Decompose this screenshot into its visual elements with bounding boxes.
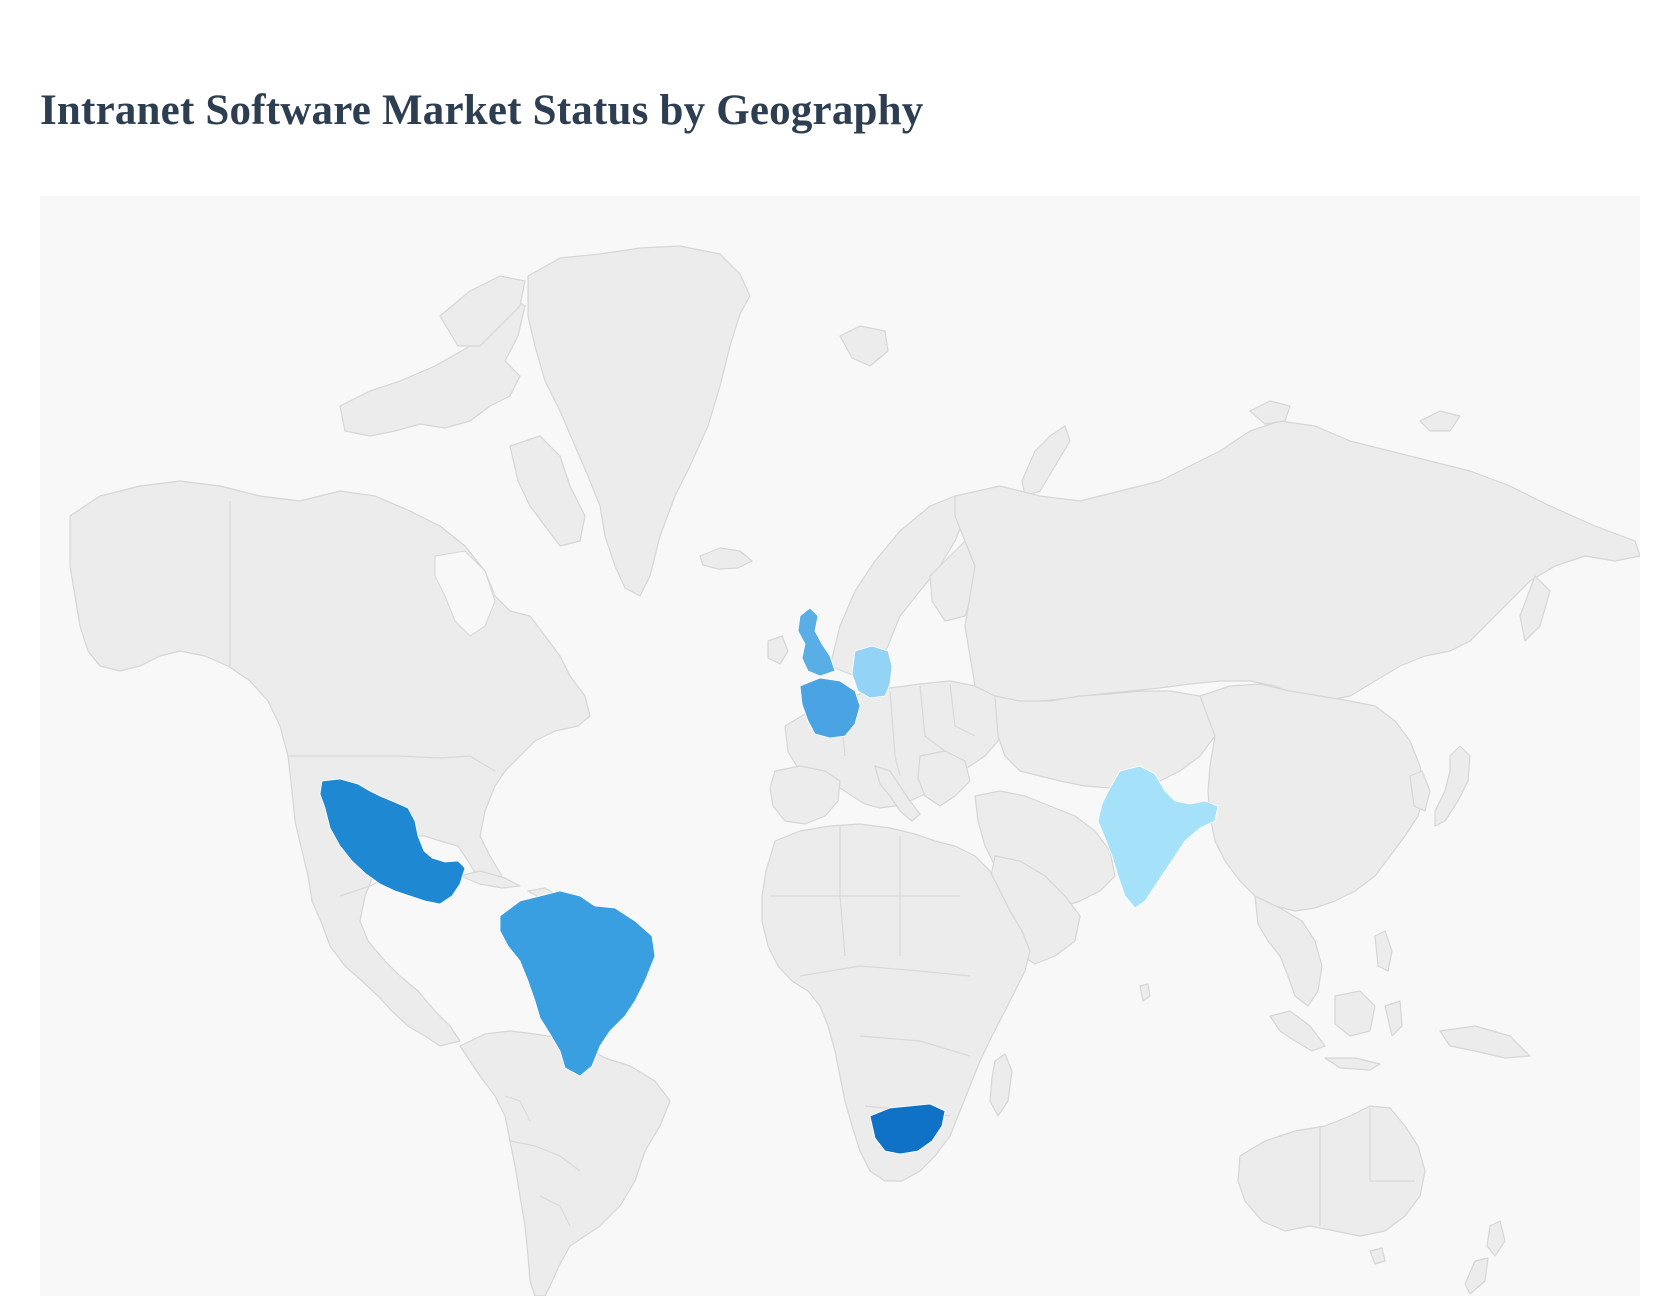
philippines [1374, 930, 1393, 972]
new-zealand-south [1464, 1257, 1489, 1295]
japan [1434, 745, 1471, 827]
novaya-zemlya [1021, 425, 1071, 497]
severnaya-zemlya [1249, 400, 1291, 425]
land-layer [69, 245, 1640, 1296]
australia[interactable] [1237, 1105, 1426, 1237]
world-map-svg [69, 245, 1640, 1296]
borneo [1334, 990, 1376, 1037]
iceland [699, 547, 753, 570]
sumatra [1269, 1010, 1326, 1052]
java [1324, 1057, 1381, 1071]
sulawesi [1384, 1000, 1403, 1037]
east-asia[interactable] [1199, 683, 1426, 912]
ireland [767, 635, 789, 665]
south-america[interactable] [459, 1030, 671, 1296]
country-germany[interactable] [851, 645, 893, 699]
central-asia[interactable] [994, 690, 1221, 789]
baffin-island [509, 435, 586, 547]
iberia[interactable] [769, 765, 841, 825]
world-map[interactable] [40, 196, 1640, 1296]
svalbard [839, 325, 889, 367]
country-india[interactable] [1097, 765, 1219, 909]
tasmania [1369, 1247, 1386, 1265]
north-america[interactable] [69, 480, 591, 1047]
southeast-asia[interactable] [1254, 895, 1323, 1007]
country-united-kingdom[interactable] [797, 607, 836, 677]
new-zealand [1486, 1220, 1506, 1257]
new-guinea [1439, 1025, 1531, 1059]
sri-lanka [1139, 983, 1151, 1002]
page-title: Intranet Software Market Status by Geogr… [40, 87, 924, 134]
russia[interactable] [954, 420, 1640, 707]
cuba [459, 870, 521, 889]
madagascar [989, 1053, 1013, 1117]
new-siberian-islands [1419, 410, 1461, 432]
balkans [917, 750, 971, 807]
